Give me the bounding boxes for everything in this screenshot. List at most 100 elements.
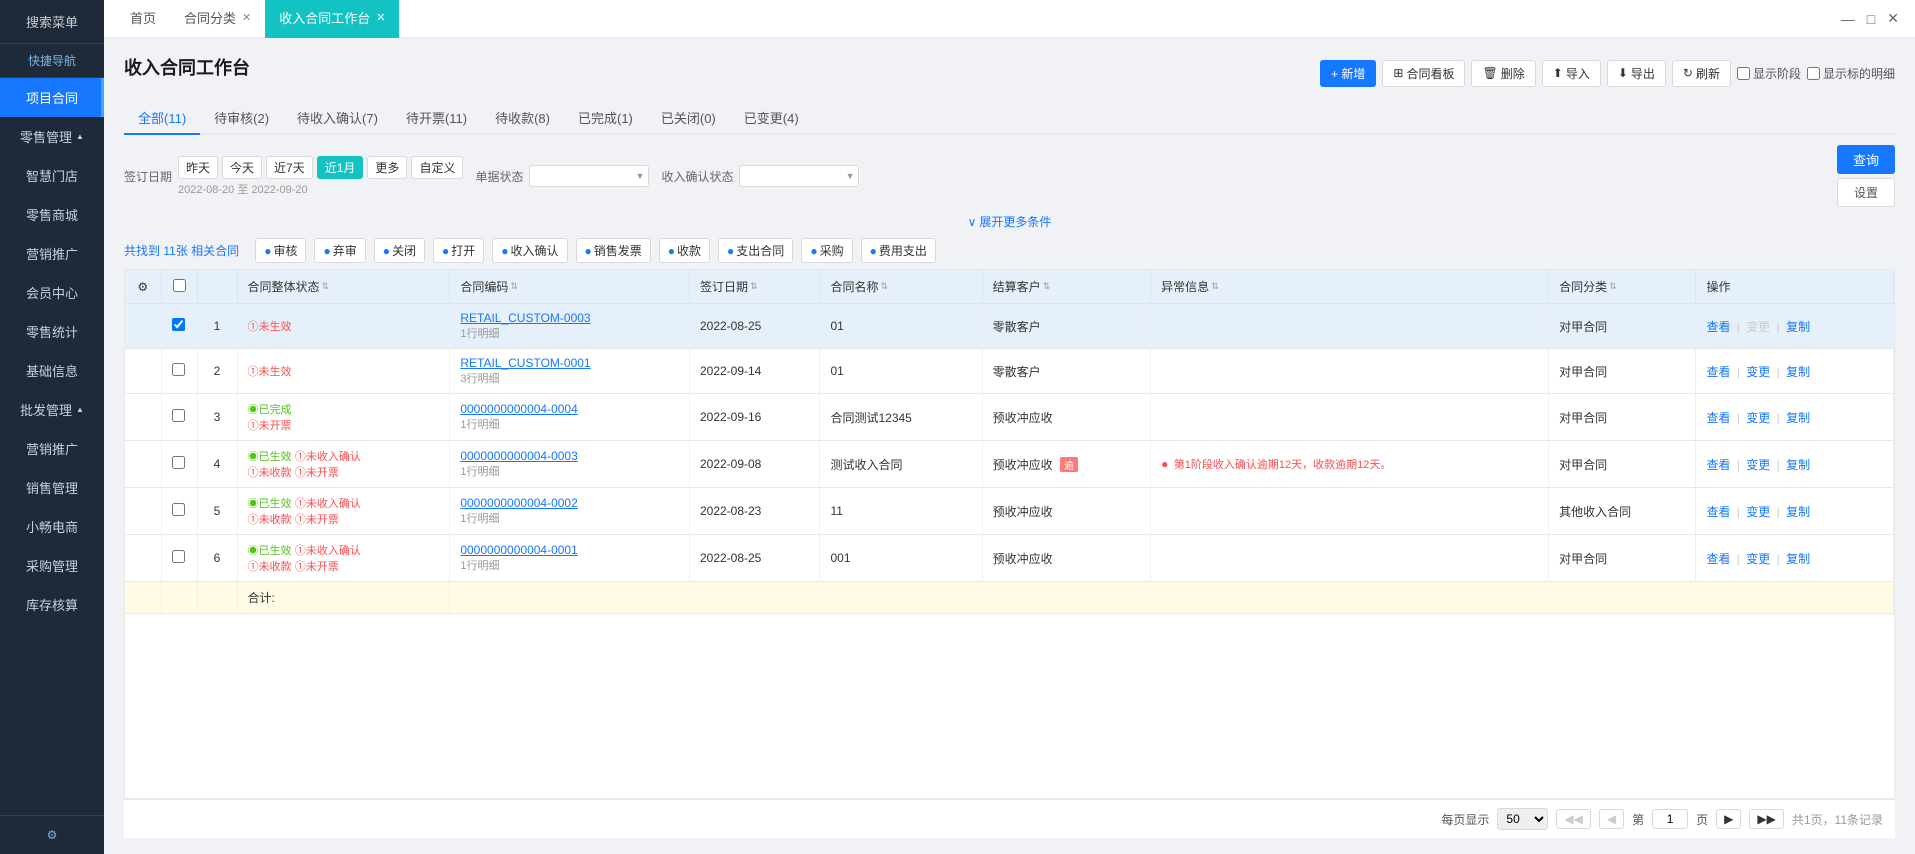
confirm-status-select[interactable]	[739, 165, 859, 187]
sidebar-item-purchase-mgmt[interactable]: 采购管理	[0, 546, 104, 585]
sidebar-settings[interactable]: ⚙	[0, 815, 104, 854]
date-btn-yesterday[interactable]: 昨天	[178, 156, 218, 179]
th-checkbox[interactable]	[161, 270, 197, 304]
th-sign-date[interactable]: 签订日期⇅	[689, 270, 820, 304]
date-btn-1month[interactable]: 近1月	[317, 156, 364, 179]
tab-contract-category-close[interactable]: ✕	[242, 11, 251, 24]
row5-code-link[interactable]: 0000000000004-0002	[460, 496, 577, 510]
th-abnormal[interactable]: 异常信息⇅	[1151, 270, 1549, 304]
row1-copy-link[interactable]: 复制	[1786, 320, 1810, 334]
export-button[interactable]: ⬇ 导出	[1607, 60, 1666, 87]
per-page-select[interactable]: 50 10 20 100	[1497, 808, 1548, 830]
date-btn-more[interactable]: 更多	[367, 156, 407, 179]
row2-view-link[interactable]: 查看	[1706, 365, 1730, 379]
action-income-confirm[interactable]: ●收入确认	[492, 238, 567, 263]
sidebar-item-smart-store[interactable]: 智慧门店	[0, 156, 104, 195]
show-stage-checkbox[interactable]: 显示阶段	[1737, 65, 1801, 82]
row3-view-link[interactable]: 查看	[1706, 411, 1730, 425]
sidebar-item-stock-calc[interactable]: 库存核算	[0, 585, 104, 624]
row1-view-link[interactable]: 查看	[1706, 320, 1730, 334]
row5-change-link[interactable]: 变更	[1746, 505, 1770, 519]
row4-code-link[interactable]: 0000000000004-0003	[460, 449, 577, 463]
sidebar-search[interactable]: 搜索菜单	[0, 0, 104, 44]
row2-change-link[interactable]: 变更	[1746, 365, 1770, 379]
sidebar-item-retail-stats[interactable]: 零售统计	[0, 312, 104, 351]
filter-tab-pending-confirm[interactable]: 待收入确认(7)	[283, 102, 392, 135]
row1-code-link[interactable]: RETAIL_CUSTOM-0003	[460, 311, 590, 325]
row6-change-link[interactable]: 变更	[1746, 552, 1770, 566]
row6-view-link[interactable]: 查看	[1706, 552, 1730, 566]
action-expense-contract[interactable]: ●支出合同	[718, 238, 793, 263]
new-button[interactable]: + 新增	[1320, 60, 1376, 87]
sidebar-item-marketing[interactable]: 营销推广	[0, 234, 104, 273]
th-customer[interactable]: 结算客户⇅	[982, 270, 1150, 304]
filter-tab-pending-payment[interactable]: 待收款(8)	[481, 102, 564, 135]
prev-page-button[interactable]: ◀	[1599, 809, 1624, 829]
next-page-button[interactable]: ▶	[1716, 809, 1741, 829]
filter-tab-all[interactable]: 全部(11)	[124, 102, 200, 135]
date-btn-custom[interactable]: 自定义	[411, 156, 463, 179]
action-review[interactable]: ●审核	[255, 238, 306, 263]
first-page-button[interactable]: ◀◀	[1556, 809, 1590, 829]
date-btn-7days[interactable]: 近7天	[266, 156, 313, 179]
sidebar-item-sales-mgmt[interactable]: 销售管理	[0, 468, 104, 507]
th-category[interactable]: 合同分类⇅	[1549, 270, 1696, 304]
filter-tab-pending-review[interactable]: 待审核(2)	[200, 102, 283, 135]
action-abandon[interactable]: ●弃审	[314, 238, 365, 263]
row4-change-link[interactable]: 变更	[1746, 458, 1770, 472]
row3-cb[interactable]	[161, 394, 197, 441]
query-button[interactable]: 查询	[1837, 145, 1895, 174]
row6-copy-link[interactable]: 复制	[1786, 552, 1810, 566]
page-input[interactable]	[1652, 809, 1688, 829]
row5-view-link[interactable]: 查看	[1706, 505, 1730, 519]
sidebar-item-xiaochang[interactable]: 小畅电商	[0, 507, 104, 546]
row1-cb[interactable]	[161, 304, 197, 349]
sidebar-item-marketing2[interactable]: 营销推广	[0, 429, 104, 468]
filter-tab-changed[interactable]: 已变更(4)	[730, 102, 813, 135]
sidebar-item-retail-mgmt[interactable]: 零售管理 ▲	[0, 117, 104, 156]
doc-status-select[interactable]	[529, 165, 649, 187]
action-payment[interactable]: ●收款	[659, 238, 710, 263]
row6-cb[interactable]	[161, 535, 197, 582]
action-sales-invoice[interactable]: ●销售发票	[576, 238, 651, 263]
row3-copy-link[interactable]: 复制	[1786, 411, 1810, 425]
sidebar-nav[interactable]: 快捷导航	[0, 44, 104, 78]
delete-button[interactable]: 🗑 删除	[1471, 60, 1535, 87]
filter-tab-closed[interactable]: 已关闭(0)	[647, 102, 730, 135]
row2-code-link[interactable]: RETAIL_CUSTOM-0001	[460, 356, 590, 370]
row5-cb[interactable]	[161, 488, 197, 535]
row4-view-link[interactable]: 查看	[1706, 458, 1730, 472]
th-name[interactable]: 合同名称⇅	[820, 270, 982, 304]
board-button[interactable]: ⊞ 合同看板	[1382, 60, 1465, 87]
maximize-button[interactable]: □	[1863, 8, 1879, 29]
tab-income-workbench[interactable]: 收入合同工作台 ✕	[265, 0, 399, 38]
minimize-button[interactable]: —	[1837, 8, 1859, 29]
select-all-checkbox[interactable]	[173, 279, 186, 292]
filter-tab-completed[interactable]: 已完成(1)	[564, 102, 647, 135]
filter-tab-pending-invoice[interactable]: 待开票(11)	[392, 102, 481, 135]
action-expense-out[interactable]: ●费用支出	[861, 238, 936, 263]
sidebar-item-wholesale-mgmt[interactable]: 批发管理 ▲	[0, 390, 104, 429]
th-setting[interactable]: ⚙	[125, 270, 161, 304]
row4-copy-link[interactable]: 复制	[1786, 458, 1810, 472]
row2-cb[interactable]	[161, 349, 197, 394]
refresh-button[interactable]: ↻ 刷新	[1672, 60, 1731, 87]
action-purchase[interactable]: ●采购	[801, 238, 852, 263]
action-open[interactable]: ●打开	[433, 238, 484, 263]
row5-copy-link[interactable]: 复制	[1786, 505, 1810, 519]
row3-change-link[interactable]: 变更	[1746, 411, 1770, 425]
sidebar-item-retail-mall[interactable]: 零售商城	[0, 195, 104, 234]
tab-income-workbench-close[interactable]: ✕	[376, 11, 385, 24]
row4-cb[interactable]	[161, 441, 197, 488]
import-button[interactable]: ⬆ 导入	[1542, 60, 1601, 87]
expand-button[interactable]: ∨ 展开更多条件	[968, 213, 1052, 230]
set-button[interactable]: 设置	[1837, 178, 1895, 207]
sidebar-item-basic-info[interactable]: 基础信息	[0, 351, 104, 390]
last-page-button[interactable]: ▶▶	[1749, 809, 1783, 829]
th-code[interactable]: 合同编码⇅	[450, 270, 690, 304]
show-detail-checkbox[interactable]: 显示标的明细	[1807, 65, 1895, 82]
action-close[interactable]: ●关闭	[374, 238, 425, 263]
date-btn-today[interactable]: 今天	[222, 156, 262, 179]
tab-home[interactable]: 首页	[116, 0, 170, 38]
th-status[interactable]: 合同整体状态⇅	[237, 270, 450, 304]
